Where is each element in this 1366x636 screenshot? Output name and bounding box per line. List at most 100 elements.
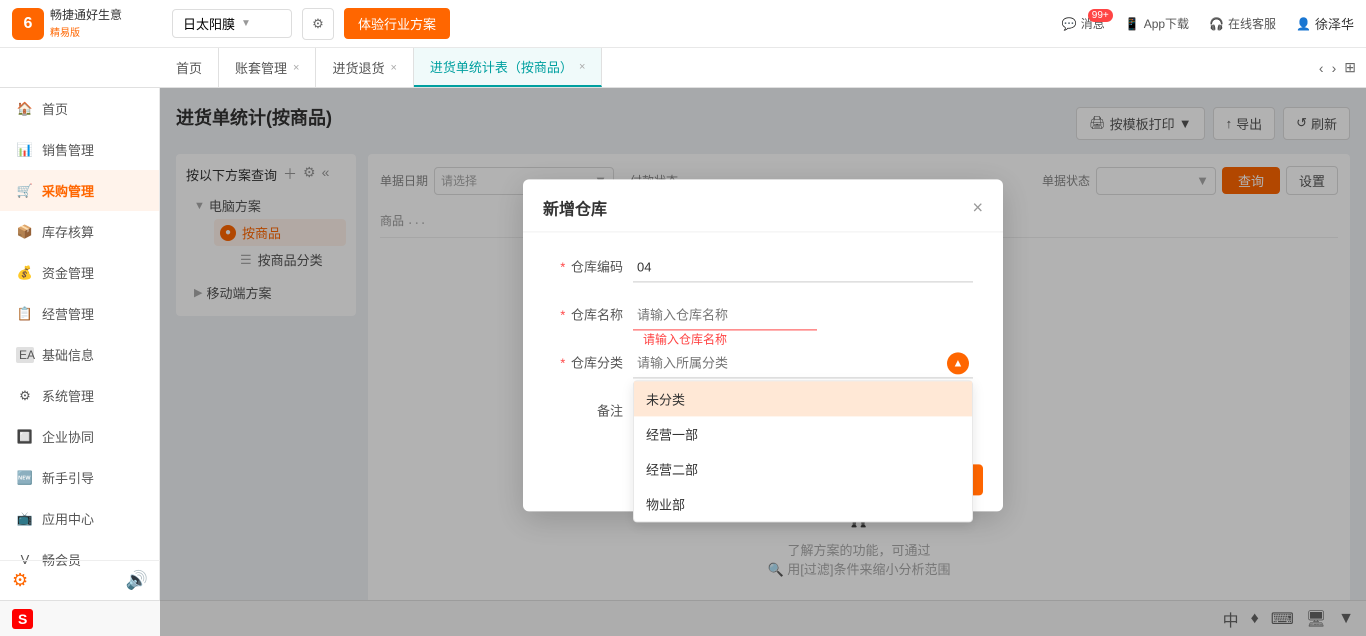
basic-icon: EA [16, 347, 34, 363]
tab-bar: 首页 账套管理 × 进货退货 × 进货单统计表（按商品） × ‹ › ⊞ [0, 48, 1366, 88]
sidebar-item-system[interactable]: ⚙ 系统管理 [0, 375, 159, 416]
sidebar-purchase-label: 采购管理 [42, 181, 94, 200]
operation-icon: 📋 [16, 306, 34, 322]
category-dropdown-input[interactable] [633, 348, 973, 378]
trial-button[interactable]: 体验行业方案 [344, 8, 450, 39]
tab-home-label: 首页 [176, 58, 202, 77]
category-dropdown-arrow[interactable]: ▲ [947, 352, 969, 374]
sidebar-item-apps[interactable]: 📺 应用中心 [0, 498, 159, 539]
dropdown-option-dept1[interactable]: 经营一部 [634, 416, 972, 451]
tab-account-close[interactable]: × [293, 62, 299, 74]
store-name: 日太阳膜 [183, 14, 235, 33]
tab-controls: ‹ › ⊞ [1319, 48, 1366, 87]
name-label: * 仓库名称 [553, 300, 633, 330]
logo-text: 畅捷通好生意 [50, 8, 122, 24]
modal-body: * 仓库编码 * 仓库名称 请输入仓库名称 [523, 232, 1003, 454]
dropdown-option-dept3[interactable]: 物业部 [634, 486, 972, 521]
logo-badge: 精易版 [50, 24, 122, 39]
stock-icon: 📦 [16, 224, 34, 240]
gear-icon: ⚙ [312, 16, 324, 32]
tab-account[interactable]: 账套管理 × [219, 48, 316, 87]
message-badge: 99+ [1088, 9, 1113, 22]
sidebar-item-collab[interactable]: 🔲 企业协同 [0, 416, 159, 457]
sidebar-basic-label: 基础信息 [42, 345, 94, 364]
store-selector[interactable]: 日太阳膜 ▼ [172, 9, 292, 38]
app-download-label: App下载 [1144, 15, 1189, 32]
add-warehouse-modal: 新增仓库 × * 仓库编码 * 仓库名称 [523, 179, 1003, 511]
sidebar-item-operation[interactable]: 📋 经营管理 [0, 293, 159, 334]
tab-account-label: 账套管理 [235, 58, 287, 77]
message-icon: 💬 [1062, 17, 1077, 31]
audio-icon[interactable]: 🔊 [126, 570, 148, 591]
user-icon: 👤 [1296, 17, 1311, 31]
sidebar-item-finance[interactable]: 💰 资金管理 [0, 252, 159, 293]
sidebar: 🏠 首页 📊 销售管理 🛒 采购管理 📦 库存核算 💰 资金管理 📋 经营管理 … [0, 88, 160, 636]
settings-bottom-icon[interactable]: ⚙ [12, 570, 28, 591]
sidebar-guide-label: 新手引导 [42, 468, 94, 487]
logo-icon: 6 [12, 8, 44, 40]
main-layout: 🏠 首页 📊 销售管理 🛒 采购管理 📦 库存核算 💰 资金管理 📋 经营管理 … [0, 88, 1366, 636]
logo-area: 6 畅捷通好生意 精易版 [12, 8, 162, 40]
sidebar-system-label: 系统管理 [42, 386, 94, 405]
sidebar-item-home[interactable]: 🏠 首页 [0, 88, 159, 129]
home-icon: 🏠 [16, 101, 34, 117]
modal-title: 新增仓库 [543, 195, 607, 219]
warehouse-name-input[interactable] [633, 300, 817, 330]
warehouse-name-row: * 仓库名称 请输入仓库名称 [553, 300, 973, 330]
sidebar-apps-label: 应用中心 [42, 509, 94, 528]
category-dropdown-wrapper: ▲ 未分类 经营一部 经营二部 物业部 [633, 348, 973, 378]
sidebar-item-sales[interactable]: 📊 销售管理 [0, 129, 159, 170]
chevron-down-icon: ▼ [241, 18, 251, 29]
modal-close-button[interactable]: × [972, 197, 983, 218]
warehouse-code-input[interactable] [633, 252, 973, 282]
settings-button[interactable]: ⚙ [302, 8, 334, 40]
sidebar-sales-label: 销售管理 [42, 140, 94, 159]
sidebar-finance-label: 资金管理 [42, 263, 94, 282]
status-left: S [12, 609, 33, 629]
note-label: 备注 [553, 396, 633, 426]
sidebar-item-basic[interactable]: EA 基础信息 [0, 334, 159, 375]
dropdown-option-unclassified[interactable]: 未分类 [634, 381, 972, 416]
category-dropdown-list: 未分类 经营一部 经营二部 物业部 [633, 380, 973, 522]
warehouse-code-row: * 仓库编码 [553, 252, 973, 282]
sidebar-collab-label: 企业协同 [42, 427, 94, 446]
sidebar-item-guide[interactable]: 🆕 新手引导 [0, 457, 159, 498]
apps-icon: 📺 [16, 511, 34, 527]
online-service-item[interactable]: 🎧 在线客服 [1209, 15, 1276, 32]
tab-purchase-stat-close[interactable]: × [579, 61, 585, 73]
tab-purchase-stat-label: 进货单统计表（按商品） [430, 57, 573, 76]
modal-header: 新增仓库 × [523, 179, 1003, 232]
dropdown-option-dept2[interactable]: 经营二部 [634, 451, 972, 486]
header-right: 💬 消息 99+ 📱 App下载 🎧 在线客服 👤 徐泽华 [1062, 14, 1354, 33]
code-label: * 仓库编码 [553, 252, 633, 282]
category-label: * 仓库分类 [553, 348, 633, 378]
sidebar-item-stock[interactable]: 📦 库存核算 [0, 211, 159, 252]
guide-icon: 🆕 [16, 470, 34, 486]
tab-purchase-return-label: 进货退货 [332, 58, 384, 77]
s-logo: S [12, 609, 33, 629]
tab-purchase-return[interactable]: 进货退货 × [316, 48, 413, 87]
sidebar-item-purchase[interactable]: 🛒 采购管理 [0, 170, 159, 211]
top-header: 6 畅捷通好生意 精易版 日太阳膜 ▼ ⚙ 体验行业方案 💬 消息 99+ 📱 … [0, 0, 1366, 48]
sidebar-home-label: 首页 [42, 99, 68, 118]
system-icon: ⚙ [16, 388, 34, 404]
tab-next-icon[interactable]: › [1332, 60, 1337, 76]
message-item[interactable]: 💬 消息 99+ [1062, 15, 1105, 32]
app-download-item[interactable]: 📱 App下载 [1125, 15, 1189, 32]
warehouse-category-row: * 仓库分类 ▲ 未分类 经营一部 经营二部 物业部 [553, 348, 973, 378]
purchase-icon: 🛒 [16, 183, 34, 199]
tab-home[interactable]: 首页 [160, 48, 219, 87]
content-area: 进货单统计(按商品) 🖨 按模板打印 ▼ ↑ 导出 ↺ 刷新 [160, 88, 1366, 636]
collab-icon: 🔲 [16, 429, 34, 445]
warehouse-name-error: 请输入仓库名称 [643, 330, 727, 347]
user-item[interactable]: 👤 徐泽华 [1296, 14, 1354, 33]
sidebar-stock-label: 库存核算 [42, 222, 94, 241]
sales-icon: 📊 [16, 142, 34, 158]
tab-purchase-stat[interactable]: 进货单统计表（按商品） × [414, 48, 602, 87]
user-name: 徐泽华 [1315, 14, 1354, 33]
tab-prev-icon[interactable]: ‹ [1319, 60, 1324, 76]
phone-icon: 📱 [1125, 17, 1140, 31]
finance-icon: 💰 [16, 265, 34, 281]
tab-menu-icon[interactable]: ⊞ [1344, 59, 1356, 76]
tab-purchase-return-close[interactable]: × [390, 62, 396, 74]
